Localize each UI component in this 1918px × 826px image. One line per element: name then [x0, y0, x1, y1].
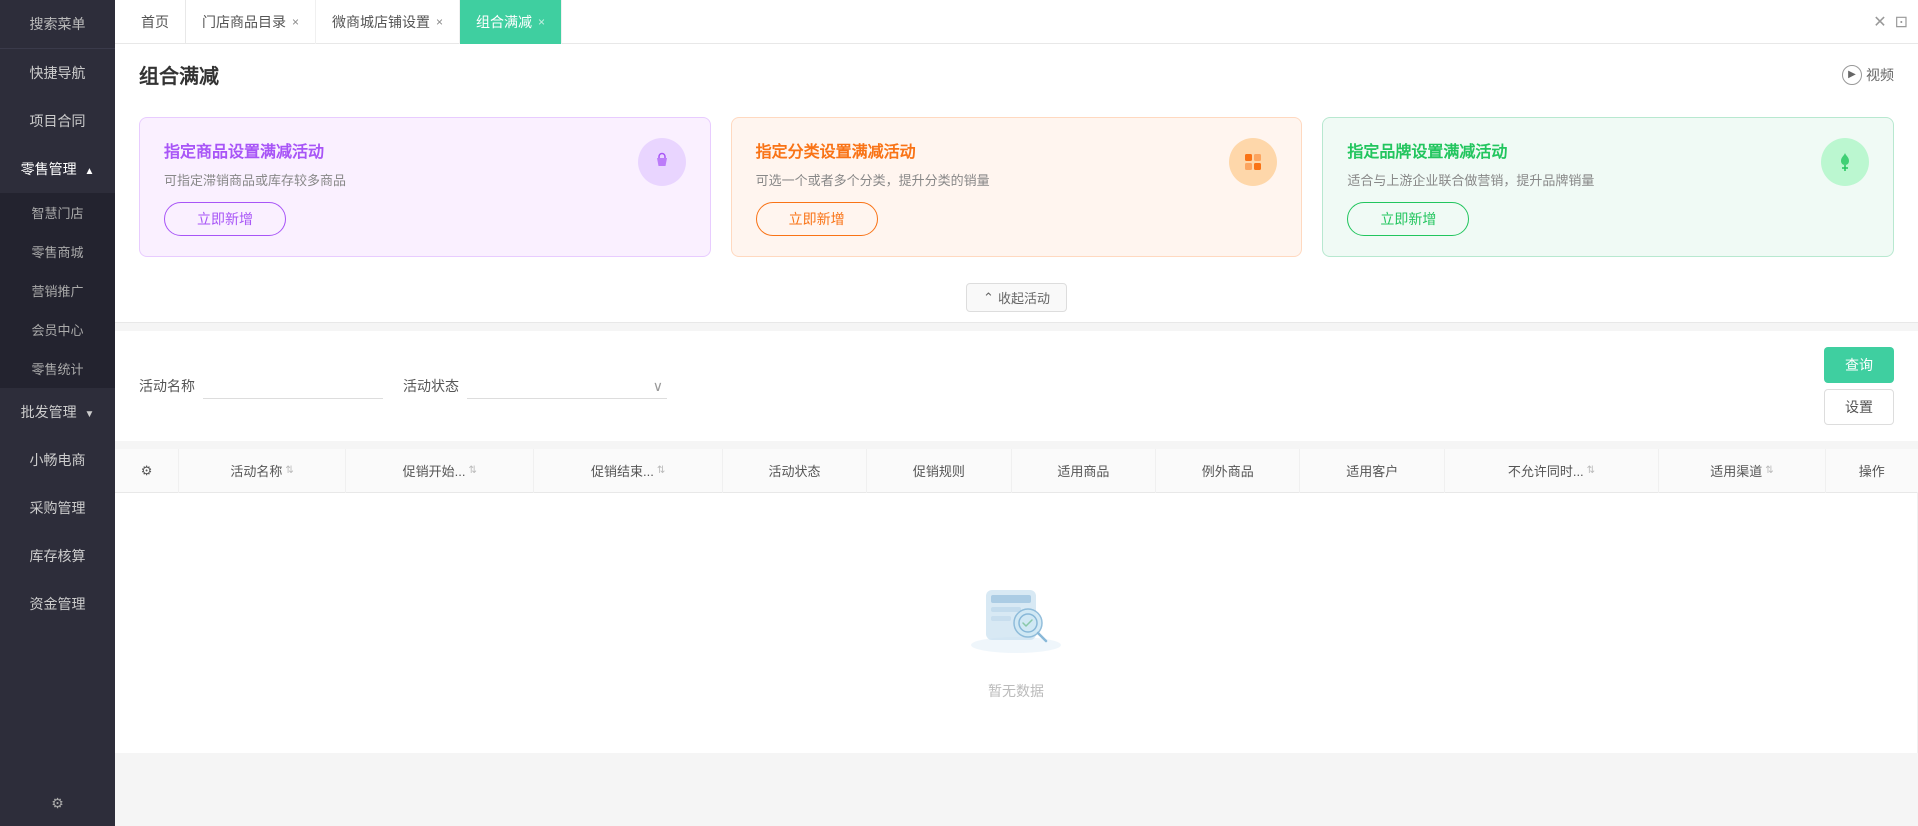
- sidebar-item-retail-mgmt[interactable]: 零售管理 ▲: [0, 145, 115, 193]
- video-icon: ▶: [1842, 65, 1862, 85]
- empty-state-cell: 暂无数据: [115, 493, 1918, 754]
- filter-status-wrapper: 进行中 已结束 未开始 ∨: [467, 374, 667, 399]
- filter-status-select[interactable]: 进行中 已结束 未开始: [467, 374, 667, 399]
- sidebar-item-smart-store[interactable]: 智慧门店: [0, 193, 115, 232]
- brand-card-desc: 适合与上游企业联合做营销，提升品牌销量: [1347, 170, 1869, 189]
- empty-state-illustration: [956, 565, 1076, 665]
- table-body: 暂无数据: [115, 493, 1918, 754]
- sidebar-item-marketing[interactable]: 营销推广: [0, 271, 115, 310]
- close-wechat-store-icon[interactable]: ×: [436, 0, 443, 44]
- empty-text: 暂无数据: [988, 681, 1044, 701]
- collapse-icon: ⌃: [983, 290, 994, 306]
- sidebar-item-retail-stats[interactable]: 零售统计: [0, 349, 115, 388]
- filter-buttons: 查询 设置: [1824, 347, 1894, 425]
- product-card-desc: 可指定滞销商品或库存较多商品: [164, 170, 686, 189]
- filter-section: 活动名称 活动状态 进行中 已结束 未开始 ∨ 查询 设置: [115, 331, 1918, 441]
- filter-name-input[interactable]: [203, 374, 383, 399]
- page-content: 组合满减 ▶ 视频 指定商品设置满减活动 可指定滞销商品或库存较多商品: [115, 44, 1918, 826]
- category-card-title: 指定分类设置满减活动: [756, 138, 1278, 162]
- col-applicable-channel: 适用渠道 ⇅: [1658, 449, 1825, 493]
- cards-section: 指定商品设置满减活动 可指定滞销商品或库存较多商品 立即新增: [115, 101, 1918, 273]
- cards-row: 指定商品设置满减活动 可指定滞销商品或库存较多商品 立即新增: [139, 117, 1894, 257]
- sort-icon-promo-start: ⇅: [468, 465, 476, 476]
- collapse-activities-btn[interactable]: ⌃ 收起活动: [966, 283, 1067, 312]
- sort-activity-name[interactable]: 活动名称 ⇅: [189, 461, 335, 480]
- sidebar-item-member-center[interactable]: 会员中心: [0, 310, 115, 349]
- page-title: 组合满减: [139, 60, 219, 89]
- table-header: ⚙ 活动名称 ⇅ 促销开始... ⇅: [115, 449, 1918, 493]
- filter-name-label: 活动名称: [139, 376, 195, 396]
- tab-combo-discount[interactable]: 组合满减 ×: [460, 0, 562, 44]
- brand-card-title: 指定品牌设置满减活动: [1347, 138, 1869, 162]
- window-minimize-icon[interactable]: ⊡: [1895, 12, 1908, 32]
- sidebar-item-inventory-calc[interactable]: 库存核算: [0, 532, 115, 580]
- retail-mgmt-arrow: ▲: [84, 166, 94, 177]
- empty-state: 暂无数据: [125, 505, 1907, 741]
- col-applicable-customer: 适用客户: [1300, 449, 1444, 493]
- tabs-bar: 首页 门店商品目录 × 微商城店铺设置 × 组合满减 × ✕ ⊡: [115, 0, 1918, 44]
- sidebar-item-purchase-mgmt[interactable]: 采购管理: [0, 484, 115, 532]
- category-card-icon: [1229, 138, 1277, 186]
- category-card-add-btn[interactable]: 立即新增: [756, 202, 878, 236]
- sidebar-item-retail-mall[interactable]: 零售商城: [0, 232, 115, 271]
- brand-card-icon: [1821, 138, 1869, 186]
- product-card-title: 指定商品设置满减活动: [164, 138, 686, 162]
- tab-store-catalog[interactable]: 门店商品目录 ×: [186, 0, 316, 44]
- close-store-catalog-icon[interactable]: ×: [292, 0, 299, 44]
- col-applicable-goods: 适用商品: [1011, 449, 1155, 493]
- category-discount-card: 指定分类设置满减活动 可选一个或者多个分类，提升分类的销量 立即新增: [731, 117, 1303, 257]
- table-header-row: ⚙ 活动名称 ⇅ 促销开始... ⇅: [115, 449, 1918, 493]
- settings-button[interactable]: 设置: [1824, 389, 1894, 425]
- table-settings-icon[interactable]: ⚙: [141, 463, 153, 478]
- brand-discount-card: 指定品牌设置满减活动 适合与上游企业联合做营销，提升品牌销量 立即新增: [1322, 117, 1894, 257]
- activity-table: ⚙ 活动名称 ⇅ 促销开始... ⇅: [115, 449, 1918, 753]
- sidebar-item-finance-mgmt[interactable]: 资金管理: [0, 580, 115, 628]
- sort-icon-no-concurrent: ⇅: [1587, 465, 1595, 476]
- col-except-goods: 例外商品: [1156, 449, 1300, 493]
- window-close-icon[interactable]: ✕: [1873, 12, 1886, 32]
- product-card-add-btn[interactable]: 立即新增: [164, 202, 286, 236]
- col-activity-status: 活动状态: [722, 449, 866, 493]
- sidebar-item-project-contract[interactable]: 项目合同: [0, 97, 115, 145]
- main-content: 首页 门店商品目录 × 微商城店铺设置 × 组合满减 × ✕ ⊡ 组合满减 ▶ …: [115, 0, 1918, 826]
- product-discount-card: 指定商品设置满减活动 可指定滞销商品或库存较多商品 立即新增: [139, 117, 711, 257]
- collapse-bar: ⌃ 收起活动: [115, 273, 1918, 323]
- brand-card-add-btn[interactable]: 立即新增: [1347, 202, 1469, 236]
- product-card-icon: [638, 138, 686, 186]
- table-section: ⚙ 活动名称 ⇅ 促销开始... ⇅: [115, 449, 1918, 753]
- sort-icon-promo-end: ⇅: [657, 465, 665, 476]
- filter-status-item: 活动状态 进行中 已结束 未开始 ∨: [403, 374, 667, 399]
- close-combo-discount-icon[interactable]: ×: [538, 0, 545, 44]
- sort-promo-start[interactable]: 促销开始... ⇅: [356, 461, 523, 480]
- category-card-desc: 可选一个或者多个分类，提升分类的销量: [756, 170, 1278, 189]
- sort-icon-applicable-channel: ⇅: [1765, 465, 1773, 476]
- col-promo-start: 促销开始... ⇅: [346, 449, 534, 493]
- empty-state-row: 暂无数据: [115, 493, 1918, 754]
- tab-home[interactable]: 首页: [125, 0, 186, 44]
- col-activity-name: 活动名称 ⇅: [179, 449, 346, 493]
- col-no-concurrent: 不允许同时... ⇅: [1444, 449, 1658, 493]
- col-actions: 操作: [1825, 449, 1917, 493]
- page-header: 组合满减 ▶ 视频: [115, 44, 1918, 101]
- col-promo-end: 促销结束... ⇅: [534, 449, 722, 493]
- filter-status-label: 活动状态: [403, 376, 459, 396]
- sidebar-item-xiaochang-ecom[interactable]: 小畅电商: [0, 436, 115, 484]
- sidebar-settings-icon[interactable]: ⚙: [0, 781, 115, 826]
- query-button[interactable]: 查询: [1824, 347, 1894, 383]
- col-promo-rule: 促销规则: [867, 449, 1011, 493]
- tab-wechat-store[interactable]: 微商城店铺设置 ×: [316, 0, 460, 44]
- sidebar-item-quick-nav[interactable]: 快捷导航: [0, 49, 115, 97]
- tabs-controls: ✕ ⊡: [1873, 12, 1908, 32]
- wholesale-mgmt-arrow: ▼: [84, 409, 94, 420]
- sidebar-item-wholesale-mgmt[interactable]: 批发管理 ▼: [0, 388, 115, 436]
- sort-no-concurrent[interactable]: 不允许同时... ⇅: [1455, 461, 1648, 480]
- sort-promo-end[interactable]: 促销结束... ⇅: [544, 461, 711, 480]
- filter-name-item: 活动名称: [139, 374, 383, 399]
- sort-icon-activity-name: ⇅: [285, 465, 293, 476]
- video-link[interactable]: ▶ 视频: [1842, 65, 1894, 85]
- sidebar-search[interactable]: 搜索菜单: [0, 0, 115, 49]
- sidebar: 搜索菜单 快捷导航 项目合同 零售管理 ▲ 智慧门店 零售商城 营销推广 会员中…: [0, 0, 115, 826]
- col-settings[interactable]: ⚙: [115, 449, 179, 493]
- sort-applicable-channel[interactable]: 适用渠道 ⇅: [1669, 461, 1815, 480]
